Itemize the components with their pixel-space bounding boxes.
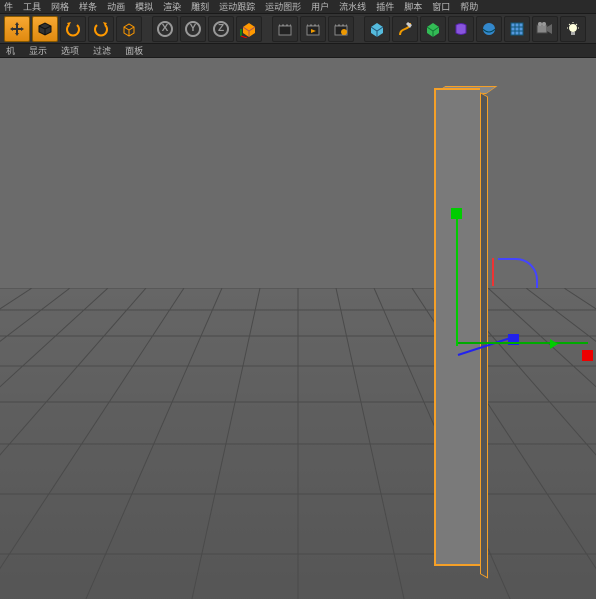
menu-item[interactable]: 插件 bbox=[376, 0, 394, 13]
viewport-menu-item[interactable]: 过滤 bbox=[93, 44, 111, 57]
pillar-front-face bbox=[434, 88, 480, 566]
pillar-side-face bbox=[480, 92, 488, 579]
menu-item[interactable]: 运动图形 bbox=[265, 0, 301, 13]
select-tool-button[interactable] bbox=[32, 16, 58, 42]
render-view-button[interactable] bbox=[272, 16, 298, 42]
menu-item[interactable]: 用户 bbox=[311, 0, 329, 13]
menu-item[interactable]: 窗口 bbox=[432, 0, 450, 13]
menu-item[interactable]: 动画 bbox=[107, 0, 125, 13]
selected-object-pillar[interactable] bbox=[434, 88, 488, 580]
menu-item[interactable]: 样条 bbox=[79, 0, 97, 13]
primitive-cube-button[interactable] bbox=[364, 16, 390, 42]
generator-button[interactable] bbox=[420, 16, 446, 42]
viewport-sky bbox=[0, 58, 596, 288]
axis-x-button[interactable]: X bbox=[152, 16, 178, 42]
move-tool-button[interactable] bbox=[4, 16, 30, 42]
menu-item[interactable]: 脚本 bbox=[404, 0, 422, 13]
menu-item[interactable]: 渲染 bbox=[163, 0, 181, 13]
axis-y-button[interactable]: Y bbox=[180, 16, 206, 42]
render-picture-button[interactable] bbox=[300, 16, 326, 42]
viewport-menu-item[interactable]: 机 bbox=[6, 44, 15, 57]
bluegrid-button[interactable] bbox=[504, 16, 530, 42]
viewport-menu-item[interactable]: 选项 bbox=[61, 44, 79, 57]
light-button[interactable] bbox=[560, 16, 586, 42]
viewport-grid bbox=[0, 288, 596, 599]
viewport-menubar: 机 显示 选项 过滤 面板 bbox=[0, 44, 596, 58]
main-menubar: 件 工具 网格 样条 动画 模拟 渲染 雕刻 运动跟踪 运动图形 用户 流水线 … bbox=[0, 0, 596, 14]
axis-z-button[interactable]: Z bbox=[208, 16, 234, 42]
viewport-3d[interactable] bbox=[0, 58, 596, 599]
menu-item[interactable]: 帮助 bbox=[460, 0, 478, 13]
undo-button[interactable] bbox=[60, 16, 86, 42]
render-settings-button[interactable] bbox=[328, 16, 354, 42]
spline-pen-button[interactable] bbox=[392, 16, 418, 42]
viewport-menu-item[interactable]: 面板 bbox=[125, 44, 143, 57]
viewport-menu-item[interactable]: 显示 bbox=[29, 44, 47, 57]
camera-button[interactable] bbox=[532, 16, 558, 42]
menu-item[interactable]: 模拟 bbox=[135, 0, 153, 13]
environment-button[interactable] bbox=[476, 16, 502, 42]
coord-system-button[interactable] bbox=[236, 16, 262, 42]
redo-button[interactable] bbox=[88, 16, 114, 42]
deformer-button[interactable] bbox=[448, 16, 474, 42]
cube-line-button[interactable] bbox=[116, 16, 142, 42]
menu-item[interactable]: 件 bbox=[4, 0, 13, 13]
menu-item[interactable]: 网格 bbox=[51, 0, 69, 13]
main-toolbar: X Y Z bbox=[0, 14, 596, 44]
menu-item[interactable]: 流水线 bbox=[339, 0, 366, 13]
menu-item[interactable]: 工具 bbox=[23, 0, 41, 13]
menu-item[interactable]: 雕刻 bbox=[191, 0, 209, 13]
menu-item[interactable]: 运动跟踪 bbox=[219, 0, 255, 13]
